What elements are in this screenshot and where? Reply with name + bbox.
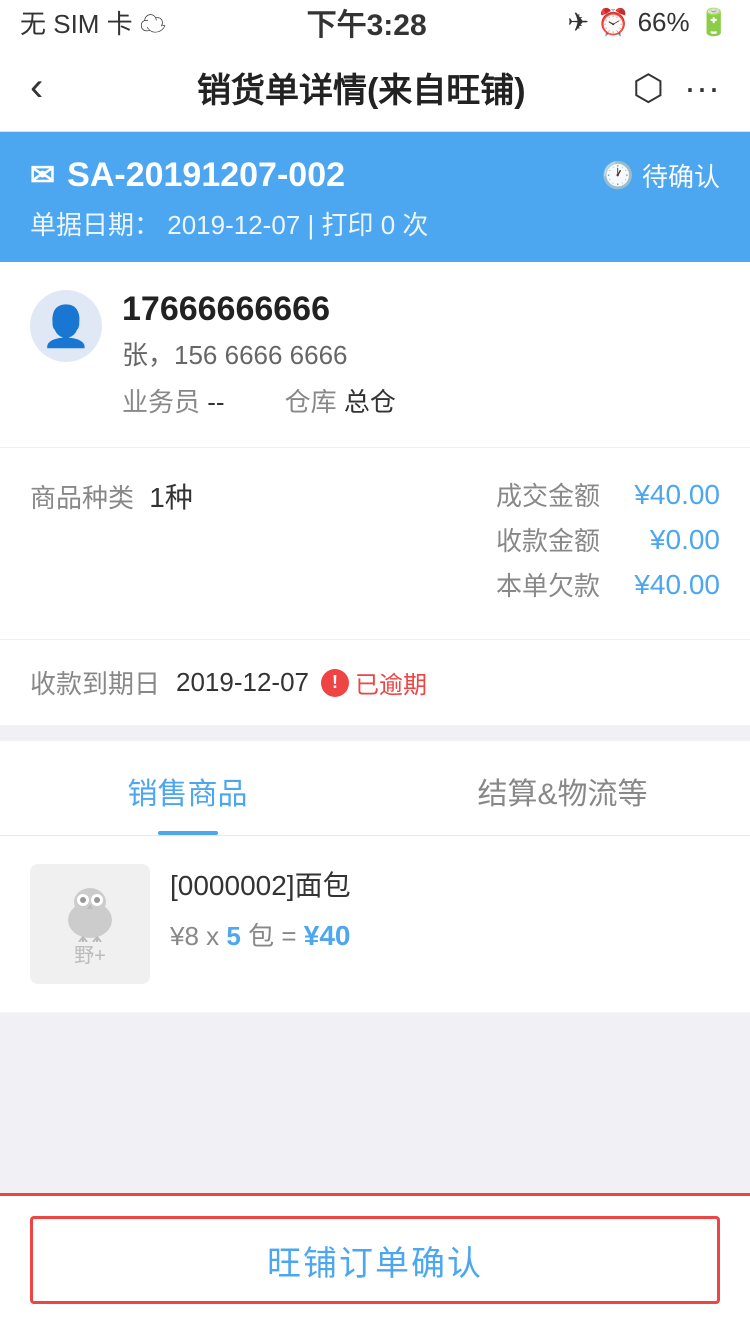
page-title: 销货单详情(来自旺铺) [197, 63, 526, 112]
back-button[interactable]: ‹ [30, 65, 90, 110]
stats-section: 商品种类 1种 成交金额 ¥40.00 收款金额 ¥0.00 本单欠款 ¥40.… [0, 448, 750, 640]
customer-avatar: 👤 [30, 290, 102, 362]
customer-info: 17666666666 张，156 6666 6666 业务员 -- 仓库 总仓 [122, 290, 720, 419]
product-name: [0000002]面包 [170, 864, 720, 904]
product-thumb-icon: 野+ [55, 882, 125, 966]
warehouse-label: 仓库 [285, 387, 337, 417]
product-price: ¥8 x 5 包 = ¥40 [170, 916, 720, 953]
sales-label: 业务员 [122, 387, 200, 417]
confirm-order-button[interactable]: 旺铺订单确认 [30, 1216, 720, 1304]
product-list: 野+ [0000002]面包 ¥8 x 5 包 = ¥40 [0, 836, 750, 1013]
received-amount-value: ¥0.00 [620, 524, 720, 556]
product-type: 商品种类 1种 [30, 476, 193, 516]
status-bar-right: ✈ ⏰ 66% 🔋 [567, 7, 730, 38]
sales-value: -- [207, 387, 224, 417]
due-date-label: 收款到期日 [30, 664, 160, 701]
received-amount-label: 收款金额 [496, 521, 600, 558]
owed-amount-value: ¥40.00 [620, 569, 720, 601]
order-meta: 单据日期： 2019-12-07 | 打印 0 次 [30, 205, 720, 242]
product-equals: = [281, 921, 303, 951]
status-clock-icon: 🕐 [602, 160, 634, 191]
nav-actions: ⬡ ··· [633, 67, 720, 109]
tabs-row: 销售商品 结算&物流等 [0, 741, 750, 836]
order-icon: ✉ [30, 158, 55, 193]
bottom-bar: 旺铺订单确认 [0, 1193, 750, 1334]
print-count: 打印 0 次 [321, 210, 428, 240]
customer-fields: 业务员 -- 仓库 总仓 [122, 382, 720, 419]
tab-settlement[interactable]: 结算&物流等 [375, 741, 750, 835]
owed-amount-label: 本单欠款 [496, 566, 600, 603]
product-unit: 包 [248, 921, 274, 951]
avatar-icon: 👤 [41, 303, 91, 350]
share-button[interactable]: ⬡ [633, 67, 664, 109]
product-total: ¥40 [304, 920, 351, 951]
status-bar-time: 下午3:28 [307, 0, 427, 44]
location-icon: ✈ [567, 7, 589, 38]
order-id: ✉ SA-20191207-002 [30, 156, 345, 195]
due-date-section: 收款到期日 2019-12-07 ! 已逾期 [0, 640, 750, 725]
stats-right: 成交金额 ¥40.00 收款金额 ¥0.00 本单欠款 ¥40.00 [496, 476, 720, 611]
overdue-text: 已逾期 [355, 665, 427, 700]
product-unit-price: ¥8 [170, 921, 199, 951]
battery-icon: 🔋 [698, 7, 730, 38]
overdue-icon: ! [321, 669, 349, 697]
tabs-section: 销售商品 结算&物流等 [0, 741, 750, 836]
order-status: 🕐 待确认 [602, 157, 720, 194]
nav-bar: ‹ 销货单详情(来自旺铺) ⬡ ··· [0, 44, 750, 132]
product-thumb-text: 野+ [74, 946, 106, 966]
battery-status: 66% [638, 7, 690, 38]
product-item: 野+ [0000002]面包 ¥8 x 5 包 = ¥40 [0, 836, 750, 1013]
status-bar-left: 无 SIM 卡 ☁ [20, 4, 166, 41]
overdue-badge: ! 已逾期 [321, 665, 427, 700]
received-amount: 收款金额 ¥0.00 [496, 521, 720, 558]
product-qty: 5 [226, 921, 240, 951]
order-header: ✉ SA-20191207-002 🕐 待确认 单据日期： 2019-12-07… [0, 132, 750, 262]
status-text: 待确认 [642, 157, 720, 194]
deal-amount-label: 成交金额 [496, 476, 600, 513]
product-multiply: x [206, 921, 226, 951]
customer-name: 张，156 6666 6666 [122, 335, 720, 372]
customer-section: 👤 17666666666 张，156 6666 6666 业务员 -- 仓库 … [0, 262, 750, 448]
product-details: [0000002]面包 ¥8 x 5 包 = ¥40 [170, 864, 720, 984]
order-date: 2019-12-07 [167, 210, 300, 240]
tab-products[interactable]: 销售商品 [0, 741, 375, 835]
order-id-text: SA-20191207-002 [67, 156, 345, 195]
owed-amount: 本单欠款 ¥40.00 [496, 566, 720, 603]
due-date-value: 2019-12-07 [176, 667, 309, 698]
alarm-icon: ⏰ [597, 7, 629, 38]
deal-amount: 成交金额 ¥40.00 [496, 476, 720, 513]
more-button[interactable]: ··· [684, 67, 720, 109]
product-thumbnail: 野+ [30, 864, 150, 984]
deal-amount-value: ¥40.00 [620, 479, 720, 511]
status-bar: 无 SIM 卡 ☁ 下午3:28 ✈ ⏰ 66% 🔋 [0, 0, 750, 44]
customer-phone: 17666666666 [122, 290, 720, 329]
sim-status: 无 SIM 卡 ☁ [20, 4, 166, 41]
warehouse-value: 总仓 [344, 387, 396, 417]
